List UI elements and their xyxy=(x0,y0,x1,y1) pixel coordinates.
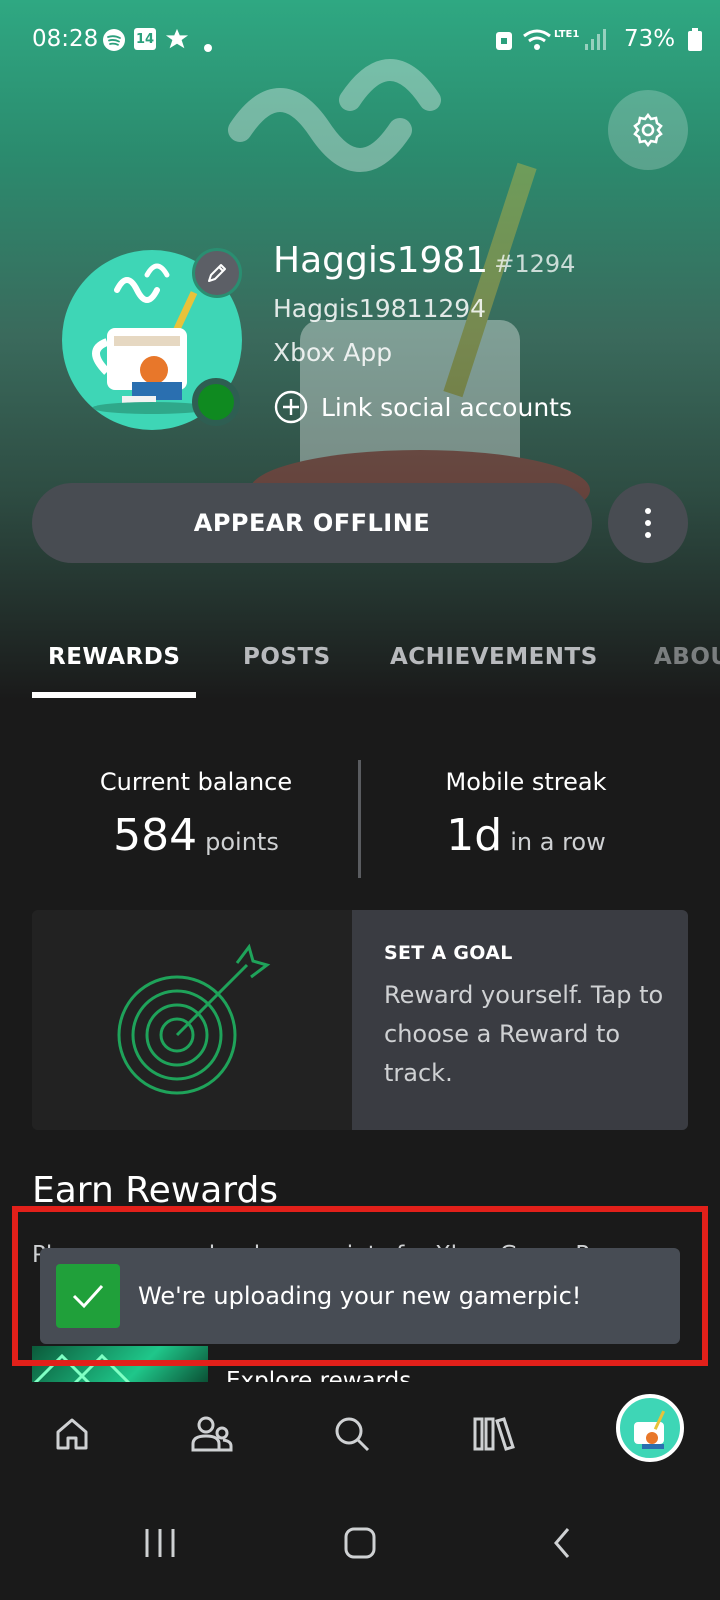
gamerpic[interactable] xyxy=(62,248,242,430)
edit-gamerpic-button[interactable] xyxy=(192,248,242,298)
battery-icon xyxy=(688,28,702,51)
balance-label: Current balance xyxy=(99,768,293,796)
streak-value: 1d xyxy=(446,810,503,861)
nav-library[interactable] xyxy=(464,1404,524,1464)
signal-icon xyxy=(585,29,606,50)
gamertag-row: Haggis1981 #1294 xyxy=(273,240,575,281)
library-icon xyxy=(473,1417,515,1451)
nav-profile-avatar[interactable] xyxy=(616,1394,684,1462)
gamertag: Haggis1981 xyxy=(273,240,489,281)
more-notifications-dot xyxy=(204,44,212,52)
gamertag-suffix: #1294 xyxy=(494,250,576,278)
pencil-icon xyxy=(208,264,226,282)
back-button[interactable] xyxy=(532,1518,592,1568)
friends-icon xyxy=(191,1416,233,1452)
mobile-streak: Mobile streak 1d in a row xyxy=(376,768,676,861)
nav-search[interactable] xyxy=(322,1404,382,1464)
back-chevron-icon xyxy=(554,1528,570,1558)
stats-divider xyxy=(358,760,361,878)
earn-rewards-heading: Earn Rewards xyxy=(32,1170,279,1211)
profile-avatar xyxy=(634,1410,666,1449)
goal-text-panel: SET A GOAL Reward yourself. Tap to choos… xyxy=(352,910,688,1130)
bottom-navigation xyxy=(0,1382,720,1486)
system-navigation-bar xyxy=(0,1486,720,1600)
nav-social[interactable] xyxy=(182,1404,242,1464)
more-vertical-icon xyxy=(645,508,651,538)
home-square-icon xyxy=(344,1527,376,1559)
home-system-button[interactable] xyxy=(330,1518,390,1568)
presence-source: Xbox App xyxy=(273,338,393,367)
appear-offline-button[interactable]: APPEAR OFFLINE xyxy=(32,483,592,563)
home-icon xyxy=(56,1418,88,1450)
status-time: 08:28 xyxy=(32,26,99,52)
streak-unit: in a row xyxy=(510,828,606,856)
goal-title: SET A GOAL xyxy=(384,942,513,964)
link-social-label: Link social accounts xyxy=(321,392,572,422)
target-icon xyxy=(117,943,271,1095)
online-presence-dot xyxy=(192,378,240,426)
set-goal-card[interactable]: SET A GOAL Reward yourself. Tap to choos… xyxy=(32,910,688,1130)
profile-tabs: REWARDS POSTS ACHIEVEMENTS ABOUT xyxy=(0,640,720,700)
battery-percent: 73% xyxy=(624,26,676,52)
tab-achievements[interactable]: ACHIEVEMENTS xyxy=(390,644,598,670)
annotation-highlight-box xyxy=(12,1206,708,1366)
settings-button[interactable] xyxy=(608,90,688,170)
spotify-icon xyxy=(103,29,125,51)
tab-about[interactable]: ABOUT xyxy=(654,644,720,670)
alarm-icon xyxy=(496,32,512,50)
goal-description: Reward yourself. Tap to choose a Reward … xyxy=(384,981,664,1087)
unique-gamertag: Haggis19811294 xyxy=(273,294,487,323)
app-notification-icon xyxy=(165,28,189,49)
gear-icon xyxy=(633,112,663,148)
balance-unit: points xyxy=(205,828,279,856)
recents-icon xyxy=(145,1529,175,1557)
goal-illustration xyxy=(32,910,352,1130)
search-icon xyxy=(335,1417,370,1452)
status-bar: 08:28 14 LTE1 73% xyxy=(0,20,720,62)
recents-button[interactable] xyxy=(130,1518,190,1568)
link-social-accounts-button[interactable]: Link social accounts xyxy=(273,389,572,425)
current-balance: Current balance 584 points xyxy=(46,768,346,861)
wifi-icon xyxy=(523,29,551,50)
calendar-icon: 14 xyxy=(134,28,156,50)
more-options-button[interactable] xyxy=(608,483,688,563)
tab-posts[interactable]: POSTS xyxy=(243,644,331,670)
active-tab-indicator xyxy=(32,692,196,698)
tab-rewards[interactable]: REWARDS xyxy=(48,644,180,670)
nav-home[interactable] xyxy=(42,1404,102,1464)
streak-label: Mobile streak xyxy=(445,768,607,796)
balance-value: 584 xyxy=(113,810,198,861)
lte-indicator: LTE1 xyxy=(554,29,580,40)
add-circle-icon xyxy=(274,390,308,424)
